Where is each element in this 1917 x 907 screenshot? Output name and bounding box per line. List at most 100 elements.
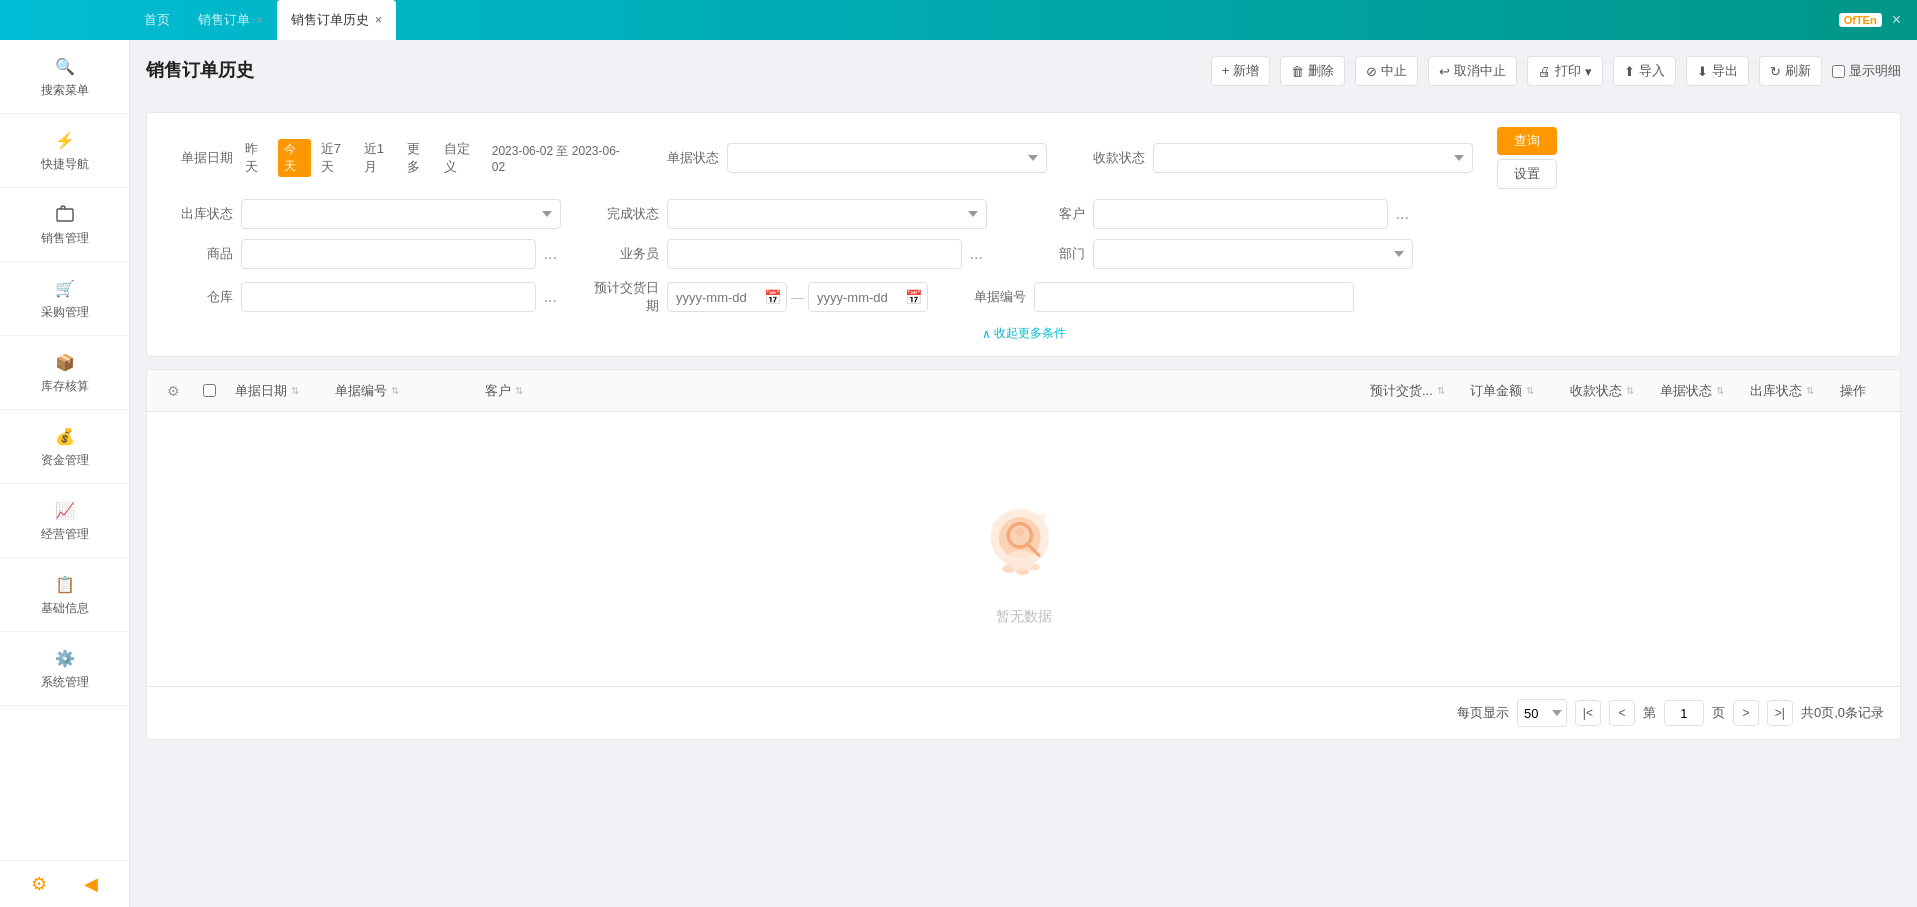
- collapse-icon: ∧: [982, 327, 991, 341]
- import-icon: ⬆: [1624, 64, 1635, 79]
- page-last-button[interactable]: >|: [1767, 700, 1793, 726]
- sidebar-label-search-menu: 搜索菜单: [41, 82, 89, 99]
- top-right-area: OfTEn ×: [1839, 11, 1917, 29]
- empty-state: 暂无数据: [147, 412, 1900, 686]
- delivery-date-start-icon: 📅: [764, 289, 781, 305]
- th-doc-number[interactable]: 单据编号 ⇅: [327, 382, 477, 400]
- refresh-button[interactable]: ↻ 刷新: [1759, 56, 1822, 86]
- table-settings-icon[interactable]: ⚙: [155, 383, 191, 399]
- warehouse-input[interactable]: [241, 282, 536, 312]
- shortcut-more[interactable]: 更多: [403, 138, 434, 178]
- shortcut-today[interactable]: 今天: [278, 139, 311, 177]
- receipt-status-select[interactable]: [1153, 143, 1473, 173]
- shortcut-last1month[interactable]: 近1月: [360, 138, 397, 178]
- delivery-date-label: 预计交货日期: [589, 279, 659, 315]
- product-label: 商品: [163, 245, 233, 263]
- stop-button[interactable]: ⊘ 中止: [1355, 56, 1418, 86]
- tab-sales-order-history[interactable]: 销售订单历史 ×: [277, 0, 396, 40]
- th-receipt-status-sort: ⇅: [1626, 385, 1634, 396]
- page-prev-button[interactable]: <: [1609, 700, 1635, 726]
- sidebar-collapse-icon[interactable]: ◀: [84, 873, 98, 895]
- delete-button[interactable]: 🗑 删除: [1280, 56, 1345, 86]
- sidebar-item-operations[interactable]: 📈 经营管理: [0, 484, 129, 558]
- sidebar-label-purchase-mgmt: 采购管理: [41, 304, 89, 321]
- product-control: ...: [241, 239, 561, 269]
- sidebar-item-quick-nav[interactable]: ⚡ 快捷导航: [0, 114, 129, 188]
- toolbar: + 新增 🗑 删除 ⊘ 中止 ↩ 取消中止 🖨 打印 ▾: [1211, 56, 1901, 86]
- salesperson-input[interactable]: [667, 239, 962, 269]
- tab-sales-order[interactable]: 销售订单 ×: [184, 0, 277, 40]
- sidebar-item-inventory[interactable]: 📦 库存核算: [0, 336, 129, 410]
- sidebar-item-sales-mgmt[interactable]: 销售管理: [0, 188, 129, 262]
- sidebar-label-operations: 经营管理: [41, 526, 89, 543]
- sidebar-item-finance[interactable]: 💰 资金管理: [0, 410, 129, 484]
- collapse-button[interactable]: ∧ 收起更多条件: [982, 325, 1066, 342]
- page-first-button[interactable]: |<: [1575, 700, 1601, 726]
- date-range-separator: —: [791, 290, 804, 305]
- completion-status-label: 完成状态: [589, 205, 659, 223]
- tab-sales-order-close[interactable]: ×: [256, 13, 263, 27]
- th-delivery[interactable]: 预计交货... ⇅: [1362, 382, 1462, 400]
- th-outbound-status[interactable]: 出库状态 ⇅: [1742, 382, 1832, 400]
- select-all-checkbox[interactable]: [203, 384, 216, 397]
- th-doc-number-label: 单据编号: [335, 382, 387, 400]
- operations-icon: 📈: [53, 498, 77, 522]
- shortcut-yesterday[interactable]: 昨天: [241, 138, 272, 178]
- top-bar: 首页 销售订单 × 销售订单历史 × OfTEn ×: [0, 0, 1917, 40]
- salesperson-ellipsis[interactable]: ...: [966, 245, 987, 263]
- th-receipt-status[interactable]: 收款状态 ⇅: [1562, 382, 1652, 400]
- doc-status-select[interactable]: [727, 143, 1047, 173]
- th-doc-date[interactable]: 单据日期 ⇅: [227, 382, 327, 400]
- dept-control: [1093, 239, 1413, 269]
- window-close-icon[interactable]: ×: [1892, 11, 1901, 29]
- product-input[interactable]: [241, 239, 536, 269]
- svg-point-6: [1039, 514, 1046, 521]
- settings-button[interactable]: 设置: [1497, 159, 1557, 189]
- quick-nav-icon: ⚡: [53, 128, 77, 152]
- svg-point-7: [1044, 527, 1049, 532]
- display-toggle[interactable]: 显示明细: [1832, 62, 1901, 80]
- product-ellipsis[interactable]: ...: [540, 245, 561, 263]
- print-button[interactable]: 🖨 打印 ▾: [1527, 56, 1603, 86]
- finance-icon: 💰: [53, 424, 77, 448]
- doc-number-input[interactable]: [1034, 282, 1354, 312]
- sidebar-item-purchase-mgmt[interactable]: 🛒 采购管理: [0, 262, 129, 336]
- page-number-input[interactable]: [1664, 700, 1704, 726]
- sidebar-label-quick-nav: 快捷导航: [41, 156, 89, 173]
- outbound-status-control: [241, 199, 561, 229]
- warehouse-ellipsis[interactable]: ...: [540, 288, 561, 306]
- import-button[interactable]: ⬆ 导入: [1613, 56, 1676, 86]
- customer-ellipsis[interactable]: ...: [1392, 205, 1413, 223]
- th-amount[interactable]: 订单金额 ⇅: [1462, 382, 1562, 400]
- th-doc-status[interactable]: 单据状态 ⇅: [1652, 382, 1742, 400]
- new-button[interactable]: + 新增: [1211, 56, 1270, 86]
- shortcut-last7days[interactable]: 近7天: [317, 138, 354, 178]
- cancel-stop-button[interactable]: ↩ 取消中止: [1428, 56, 1517, 86]
- outbound-status-label: 出库状态: [163, 205, 233, 223]
- sidebar-item-system-mgmt[interactable]: ⚙️ 系统管理: [0, 632, 129, 706]
- th-customer[interactable]: 客户 ⇅: [477, 382, 1362, 400]
- shortcut-custom[interactable]: 自定义: [440, 138, 482, 178]
- warehouse-control: ...: [241, 282, 561, 312]
- filter-row-1: 单据日期 昨天 今天 近7天 近1月 更多 自定义 2023-06-02 至 2…: [163, 127, 1884, 189]
- customer-input[interactable]: [1093, 199, 1388, 229]
- table-select-all[interactable]: [191, 384, 227, 397]
- page-next-button[interactable]: >: [1733, 700, 1759, 726]
- tab-home[interactable]: 首页: [130, 0, 184, 40]
- per-page-select[interactable]: 10 20 50 100: [1517, 699, 1567, 727]
- sidebar-bottom: ⚙ ◀: [0, 860, 129, 907]
- dept-select[interactable]: [1093, 239, 1413, 269]
- completion-status-select[interactable]: [667, 199, 987, 229]
- svg-point-12: [1005, 550, 1035, 570]
- query-button[interactable]: 查询: [1497, 127, 1557, 155]
- display-toggle-checkbox[interactable]: [1832, 65, 1845, 78]
- sidebar-item-basic-info[interactable]: 📋 基础信息: [0, 558, 129, 632]
- sidebar-settings-icon[interactable]: ⚙: [31, 873, 47, 895]
- tab-sales-order-history-close[interactable]: ×: [375, 13, 382, 27]
- export-button[interactable]: ⬇ 导出: [1686, 56, 1749, 86]
- often-badge: OfTEn: [1839, 13, 1882, 27]
- date-range-display: 2023-06-02 至 2023-06-02: [492, 143, 621, 174]
- outbound-status-select[interactable]: [241, 199, 561, 229]
- import-label: 导入: [1639, 62, 1665, 80]
- sidebar-item-search-menu[interactable]: 🔍 搜索菜单: [0, 40, 129, 114]
